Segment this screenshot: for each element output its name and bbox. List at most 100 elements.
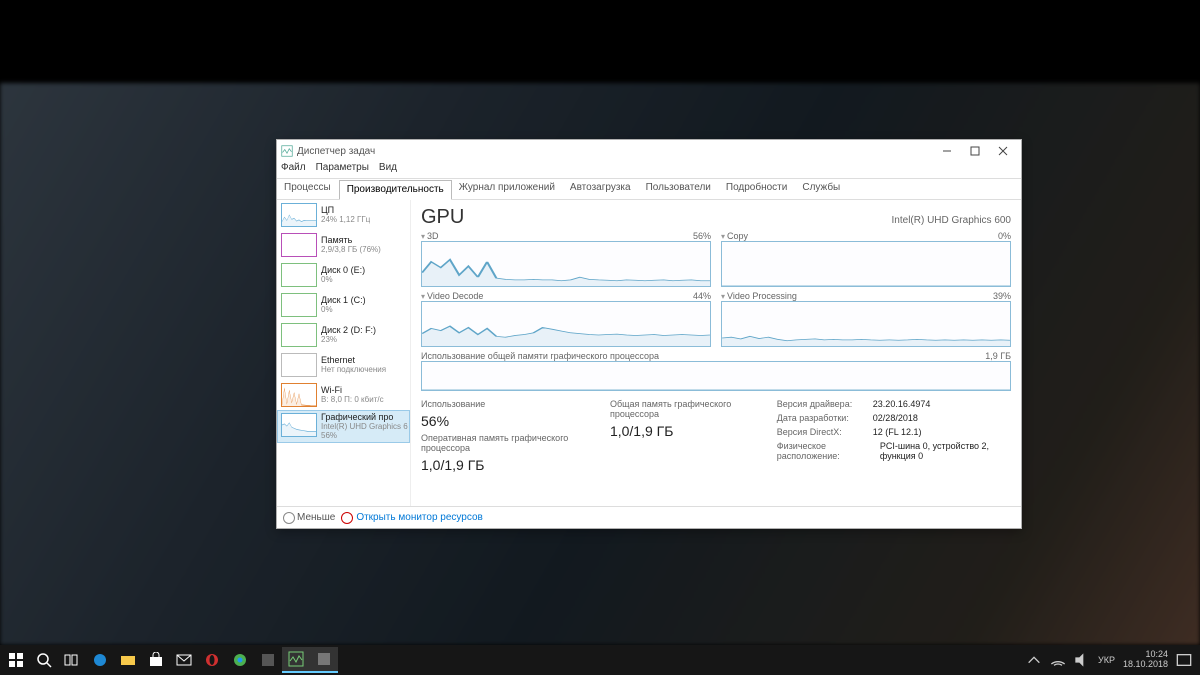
device-name: Intel(R) UHD Graphics 600 (892, 215, 1011, 226)
notifications-icon[interactable] (1176, 652, 1192, 668)
footer: Меньше Открыть монитор ресурсов (277, 506, 1021, 528)
chart-value: 39% (993, 291, 1011, 301)
tab-apphistory[interactable]: Журнал приложений (452, 179, 563, 199)
mail-icon[interactable] (170, 647, 198, 673)
sidebar-item-name: Ethernet (321, 356, 386, 366)
gpu-chart: Video Processing 39% (721, 291, 1011, 347)
close-button[interactable] (989, 142, 1017, 160)
stat-key: Версия драйвера: (777, 399, 867, 409)
app-icon-1[interactable] (254, 647, 282, 673)
chrome-icon[interactable] (226, 647, 254, 673)
chart-dropdown[interactable]: Video Decode (421, 291, 483, 301)
chart-dropdown[interactable]: 3D (421, 231, 439, 241)
stat-label: Оперативная память графического процессо… (421, 433, 590, 453)
chart-dropdown[interactable]: Video Processing (721, 291, 797, 301)
chart-box[interactable] (721, 301, 1011, 347)
sidebar-item-sub: 0% (321, 306, 366, 315)
stats-row: Использование56%Оперативная память графи… (421, 399, 1011, 473)
stat-value: 1,0/1,9 ГБ (421, 457, 590, 473)
fewer-details-button[interactable]: Меньше (283, 512, 335, 524)
edge-icon[interactable] (86, 647, 114, 673)
opera-icon[interactable] (198, 647, 226, 673)
sidebar-thumb (281, 203, 317, 227)
sidebar-item[interactable]: ЦП24% 1,12 ГГц (277, 200, 410, 230)
store-icon[interactable] (142, 647, 170, 673)
stat-val: 12 (FL 12.1) (873, 427, 922, 437)
app-icon-2[interactable] (310, 647, 338, 673)
gpu-chart: 3D 56% (421, 231, 711, 287)
sidebar-item-sub: В: 8,0 П: 0 кбит/с (321, 396, 384, 405)
taskbar[interactable]: УКР 10:2418.10.2018 (0, 645, 1200, 675)
search-button[interactable] (30, 647, 58, 673)
charts-grid: 3D56%Copy0%Video Decode44%Video Processi… (421, 231, 1011, 347)
chart-box[interactable] (721, 241, 1011, 287)
chevron-up-icon[interactable] (1026, 652, 1042, 668)
stats-col-driver: Версия драйвера:23.20.16.4974 Дата разраб… (777, 399, 1011, 473)
maximize-button[interactable] (961, 142, 989, 160)
tab-users[interactable]: Пользователи (639, 179, 719, 199)
tab-processes[interactable]: Процессы (277, 179, 339, 199)
sidebar-item[interactable]: Графический проIntel(R) UHD Graphics 656… (277, 410, 410, 443)
tab-startup[interactable]: Автозагрузка (563, 179, 639, 199)
tray-clock[interactable]: 10:2418.10.2018 (1123, 650, 1168, 670)
stat-pair: Версия драйвера:23.20.16.4974 (777, 399, 1011, 409)
chart-value: 1,9 ГБ (985, 351, 1011, 361)
chart-box[interactable] (421, 241, 711, 287)
tab-details[interactable]: Подробности (719, 179, 795, 199)
tab-services[interactable]: Службы (795, 179, 848, 199)
sidebar-thumb (281, 413, 317, 437)
sidebar-item-name: ЦП (321, 206, 370, 216)
system-tray[interactable]: УКР 10:2418.10.2018 (1026, 650, 1198, 670)
stat-pair: Дата разработки:02/28/2018 (777, 413, 1011, 423)
gpu-chart: Copy0% (721, 231, 1011, 287)
task-manager-taskbar-icon[interactable] (282, 647, 310, 673)
file-explorer-icon[interactable] (114, 647, 142, 673)
app-icon (281, 145, 293, 157)
menu-options[interactable]: Параметры (316, 162, 369, 178)
shared-memory-chart: Использование общей памяти графического … (421, 351, 1011, 391)
chart-dropdown[interactable]: Copy (721, 231, 748, 241)
sidebar-item-sub: 24% 1,12 ГГц (321, 216, 370, 225)
tray-language[interactable]: УКР (1098, 655, 1115, 665)
start-button[interactable] (2, 647, 30, 673)
sidebar-item[interactable]: EthernetНет подключения (277, 350, 410, 380)
sidebar-thumb (281, 263, 317, 287)
sidebar-item[interactable]: Wi-FiВ: 8,0 П: 0 кбит/с (277, 380, 410, 410)
sidebar-item-name: Диск 0 (E:) (321, 266, 365, 276)
task-view-button[interactable] (58, 647, 86, 673)
stat-val: 02/28/2018 (873, 413, 918, 423)
chart-title: Использование общей памяти графического … (421, 351, 659, 361)
page-title: GPU (421, 206, 464, 229)
sidebar-thumb (281, 233, 317, 257)
titlebar[interactable]: Диспетчер задач (277, 140, 1021, 162)
open-resource-monitor-link[interactable]: Открыть монитор ресурсов (341, 512, 483, 524)
tabs: Процессы Производительность Журнал прило… (277, 178, 1021, 200)
sidebar: ЦП24% 1,12 ГГцПамять2,9/3,8 ГБ (76%)Диск… (277, 200, 411, 506)
menubar: Файл Параметры Вид (277, 162, 1021, 178)
chart-value: 56% (693, 231, 711, 241)
gpu-chart: Video Decode44% (421, 291, 711, 347)
stats-col-memory: Общая память графического процессора1,0/… (610, 399, 757, 473)
volume-icon[interactable] (1074, 652, 1090, 668)
sidebar-item-name: Диск 2 (D: F:) (321, 326, 376, 336)
sidebar-item[interactable]: Память2,9/3,8 ГБ (76%) (277, 230, 410, 260)
chart-box[interactable] (421, 301, 711, 347)
sidebar-item-sub: Intel(R) UHD Graphics 656% (321, 423, 408, 441)
sidebar-item-name: Графический про (321, 413, 408, 423)
tab-performance[interactable]: Производительность (339, 180, 452, 200)
task-manager-window: Диспетчер задач Файл Параметры Вид Проце… (276, 139, 1022, 529)
chart-box[interactable] (421, 361, 1011, 391)
sidebar-item-sub: Нет подключения (321, 366, 386, 375)
menu-file[interactable]: Файл (281, 162, 306, 178)
sidebar-item-sub: 0% (321, 276, 365, 285)
stats-col-usage: Использование56%Оперативная память графи… (421, 399, 590, 473)
network-icon[interactable] (1050, 652, 1066, 668)
sidebar-item[interactable]: Диск 2 (D: F:)23% (277, 320, 410, 350)
sidebar-thumb (281, 293, 317, 317)
minimize-button[interactable] (933, 142, 961, 160)
stat-value: 1,0/1,9 ГБ (610, 423, 757, 439)
sidebar-item[interactable]: Диск 0 (E:)0% (277, 260, 410, 290)
sidebar-item[interactable]: Диск 1 (C:)0% (277, 290, 410, 320)
stat-val: PCI-шина 0, устройство 2, функция 0 (880, 441, 1011, 461)
menu-view[interactable]: Вид (379, 162, 397, 178)
